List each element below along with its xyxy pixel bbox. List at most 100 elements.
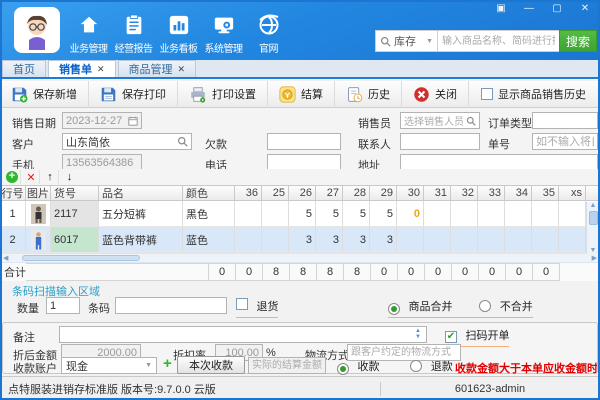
history-button[interactable]: 历史 — [335, 80, 402, 108]
move-up-button[interactable]: ↑ — [42, 170, 59, 184]
nav-system-management[interactable]: 系统管理 — [201, 8, 246, 55]
scroll-down-icon[interactable]: ▼ — [590, 247, 597, 254]
save-print-button[interactable]: 保存打印 — [89, 80, 178, 108]
size-qty[interactable] — [451, 201, 478, 226]
barcode-input[interactable] — [115, 297, 227, 314]
maximize-button[interactable]: ▢ — [550, 2, 564, 16]
return-checkbox-group[interactable]: 退货 — [236, 297, 279, 318]
radio-no-merge[interactable] — [479, 300, 492, 312]
size-qty[interactable]: 3 — [370, 227, 397, 252]
col-header[interactable]: xs — [559, 186, 586, 200]
size-qty[interactable]: 5 — [343, 201, 370, 226]
size-qty[interactable] — [559, 227, 586, 252]
col-header[interactable]: 货号 — [51, 186, 99, 200]
size-qty[interactable]: 3 — [289, 227, 316, 252]
size-qty[interactable] — [451, 227, 478, 252]
col-header[interactable]: 33 — [478, 186, 505, 200]
size-qty[interactable] — [235, 227, 262, 252]
show-history-checkbox-group[interactable]: 显示商品销售历史 — [469, 86, 598, 102]
tab-product-management[interactable]: 商品管理 ✕ — [117, 60, 197, 77]
table-row[interactable]: 1 2117 五分短裤 黑色 5 5 5 5 0 — [0, 201, 600, 227]
save-new-button[interactable]: 保存新增 — [0, 80, 89, 108]
col-header[interactable]: 36 — [235, 186, 262, 200]
horizontal-scrollbar[interactable]: ◀ ▶ — [0, 253, 600, 263]
add-row-button[interactable]: + — [4, 170, 21, 184]
minimize-button[interactable]: — — [522, 2, 536, 16]
size-qty[interactable]: 3 — [316, 227, 343, 252]
scroll-left-icon[interactable]: ◀ — [3, 254, 8, 262]
search-icon[interactable] — [177, 136, 188, 147]
col-header[interactable]: 27 — [316, 186, 343, 200]
calendar-icon[interactable] — [128, 116, 138, 126]
size-qty[interactable]: 0 — [397, 201, 424, 226]
tab-sales-order[interactable]: 销售单 ✕ — [48, 60, 116, 77]
print-setup-button[interactable]: 打印设置 — [178, 80, 268, 108]
spin-down-icon[interactable]: ▼ — [415, 334, 421, 340]
product-thumbnail[interactable] — [26, 227, 51, 252]
close-button[interactable]: ✕ — [578, 2, 592, 16]
col-header[interactable]: 图片 — [26, 186, 51, 200]
col-header[interactable]: 25 — [262, 186, 289, 200]
contact-input[interactable] — [400, 133, 480, 150]
search-category-select[interactable]: 库存 ▼ — [375, 30, 437, 52]
search-input[interactable] — [437, 30, 559, 52]
scroll-up-icon[interactable]: ▲ — [590, 202, 597, 209]
search-icon[interactable] — [466, 116, 476, 126]
order-no-input[interactable] — [532, 133, 598, 150]
nav-business-dashboard[interactable]: 业务看板 — [156, 8, 201, 55]
size-qty[interactable] — [397, 227, 424, 252]
size-qty[interactable] — [424, 227, 451, 252]
size-qty[interactable]: 5 — [370, 201, 397, 226]
salesman-input[interactable]: 选择销售人员 — [400, 112, 480, 129]
col-header[interactable]: 颜色 — [183, 186, 235, 200]
radio-merge-selected[interactable] — [388, 303, 400, 315]
nav-business-report[interactable]: 经营报告 — [111, 8, 156, 55]
scroll-thumb[interactable] — [588, 211, 598, 225]
col-header[interactable]: 28 — [343, 186, 370, 200]
settle-button[interactable]: 结算 — [268, 80, 335, 108]
remark-input[interactable] — [59, 326, 427, 343]
col-header[interactable]: 32 — [451, 186, 478, 200]
size-qty[interactable]: 3 — [343, 227, 370, 252]
col-header[interactable]: 34 — [505, 186, 532, 200]
product-thumbnail[interactable] — [26, 201, 51, 226]
customer-input[interactable]: 山东简依 — [62, 133, 192, 150]
sale-date-input[interactable]: 2023-12-27 — [62, 112, 142, 129]
size-qty[interactable] — [532, 201, 559, 226]
delete-row-button[interactable]: ✕ — [23, 170, 40, 184]
radio-refund[interactable] — [410, 360, 423, 372]
spinner-control[interactable]: ▲ ▼ — [415, 328, 421, 340]
col-header[interactable]: 29 — [370, 186, 397, 200]
qty-input[interactable] — [46, 297, 80, 314]
col-header[interactable]: 35 — [532, 186, 559, 200]
avatar[interactable] — [14, 7, 60, 53]
order-type-input[interactable] — [532, 112, 598, 129]
size-qty[interactable] — [478, 227, 505, 252]
nav-business-management[interactable]: 业务管理 — [66, 8, 111, 55]
col-header[interactable]: 30 — [397, 186, 424, 200]
tab-home[interactable]: 首页 — [2, 60, 46, 77]
move-down-button[interactable]: ↓ — [61, 170, 78, 184]
col-header[interactable]: 品名 — [99, 186, 183, 200]
radio-receive-selected[interactable] — [337, 363, 349, 375]
checkbox-unchecked[interactable] — [481, 88, 493, 100]
account-select[interactable]: 现金 ▼ — [61, 357, 157, 374]
size-qty[interactable] — [424, 201, 451, 226]
search-button[interactable]: 搜索 — [559, 30, 597, 52]
size-qty[interactable] — [505, 201, 532, 226]
settle-amount-input[interactable] — [248, 357, 326, 374]
size-qty[interactable] — [262, 201, 289, 226]
size-qty[interactable] — [532, 227, 559, 252]
arrears-input[interactable] — [267, 133, 341, 150]
size-qty[interactable] — [505, 227, 532, 252]
size-qty[interactable] — [235, 201, 262, 226]
col-header[interactable]: 26 — [289, 186, 316, 200]
col-header[interactable]: 行号 — [0, 186, 26, 200]
size-qty[interactable] — [478, 201, 505, 226]
size-qty[interactable]: 5 — [289, 201, 316, 226]
receive-payment-button[interactable]: 本次收款 — [177, 356, 245, 374]
close-form-button[interactable]: 关闭 — [402, 80, 469, 108]
size-qty[interactable] — [262, 227, 289, 252]
size-qty[interactable] — [559, 201, 586, 226]
checkbox-checked[interactable]: ✔ — [445, 331, 457, 343]
